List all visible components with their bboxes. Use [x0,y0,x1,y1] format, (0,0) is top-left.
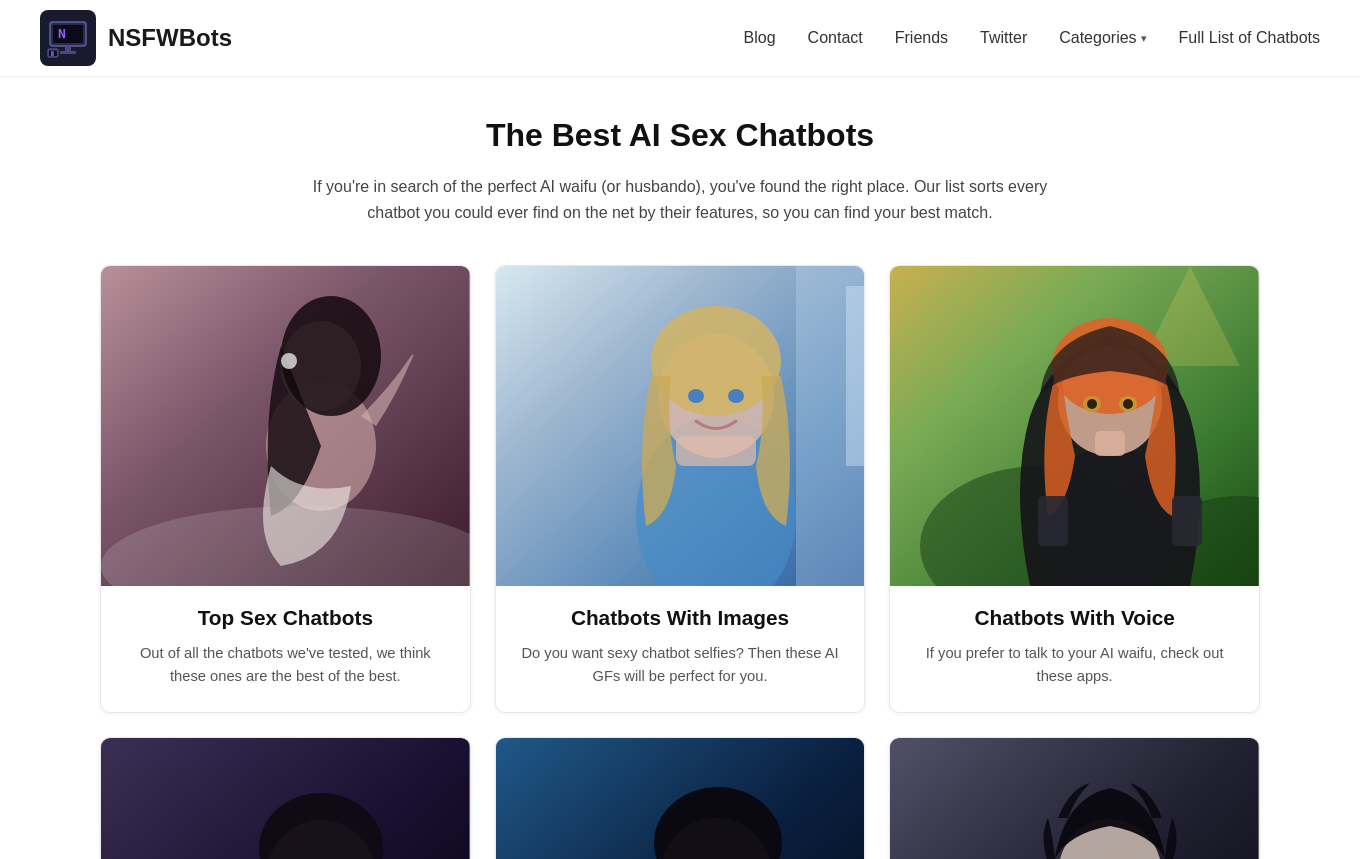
card-body-3: Chatbots With Voice If you prefer to tal… [890,586,1259,712]
chevron-down-icon: ▾ [1141,32,1147,45]
nav-friends[interactable]: Friends [895,29,948,47]
card-image-1 [101,266,470,586]
page-title: The Best AI Sex Chatbots [100,117,1260,154]
card-image-2 [496,266,865,586]
card-title-1: Top Sex Chatbots [125,606,446,630]
page-description: If you're in search of the perfect AI wa… [300,174,1060,225]
main-content: The Best AI Sex Chatbots If you're in se… [80,77,1280,859]
card-chatbots-with-voice[interactable]: Chatbots With Voice If you prefer to tal… [889,265,1260,713]
svg-point-13 [281,353,297,369]
card-desc-1: Out of all the chatbots we've tested, we… [125,642,446,688]
svg-point-33 [1123,399,1133,409]
main-nav: Blog Contact Friends Twitter Categories … [744,29,1320,47]
card-top-sex-chatbots[interactable]: Top Sex Chatbots Out of all the chatbots… [100,265,471,713]
svg-text:N: N [58,26,66,41]
cards-grid: Top Sex Chatbots Out of all the chatbots… [100,265,1260,859]
svg-point-20 [651,306,781,416]
nav-categories[interactable]: Categories ▾ [1059,29,1146,47]
card-4[interactable] [100,737,471,859]
card-6[interactable] [889,737,1260,859]
logo-text: NSFWBots [108,24,232,52]
card-title-3: Chatbots With Voice [914,606,1235,630]
svg-point-22 [728,389,744,403]
nav-full-list[interactable]: Full List of Chatbots [1179,29,1320,47]
card-title-2: Chatbots With Images [520,606,841,630]
card-desc-2: Do you want sexy chatbot selfies? Then t… [520,642,841,688]
card-chatbots-with-images[interactable]: Chatbots With Images Do you want sexy ch… [495,265,866,713]
svg-rect-16 [846,286,865,466]
svg-rect-35 [1172,496,1202,546]
card-image-4 [101,738,470,859]
nav-contact[interactable]: Contact [808,29,863,47]
card-body-1: Top Sex Chatbots Out of all the chatbots… [101,586,470,712]
logo-icon: N ▐▌ [40,10,96,66]
logo-link[interactable]: N ▐▌ NSFWBots [40,10,232,66]
nav-twitter[interactable]: Twitter [980,29,1027,47]
card-5[interactable] [495,737,866,859]
card-body-2: Chatbots With Images Do you want sexy ch… [496,586,865,712]
svg-point-32 [1087,399,1097,409]
svg-text:▐▌: ▐▌ [50,51,55,56]
card-image-3 [890,266,1259,586]
svg-rect-3 [65,46,71,51]
card-image-6 [890,738,1259,859]
card-image-5 [496,738,865,859]
card-desc-3: If you prefer to talk to your AI waifu, … [914,642,1235,688]
svg-point-21 [688,389,704,403]
nav-blog[interactable]: Blog [744,29,776,47]
site-header: N ▐▌ NSFWBots Blog Contact Friends Twitt… [0,0,1360,77]
svg-rect-34 [1038,496,1068,546]
svg-rect-4 [60,51,76,54]
